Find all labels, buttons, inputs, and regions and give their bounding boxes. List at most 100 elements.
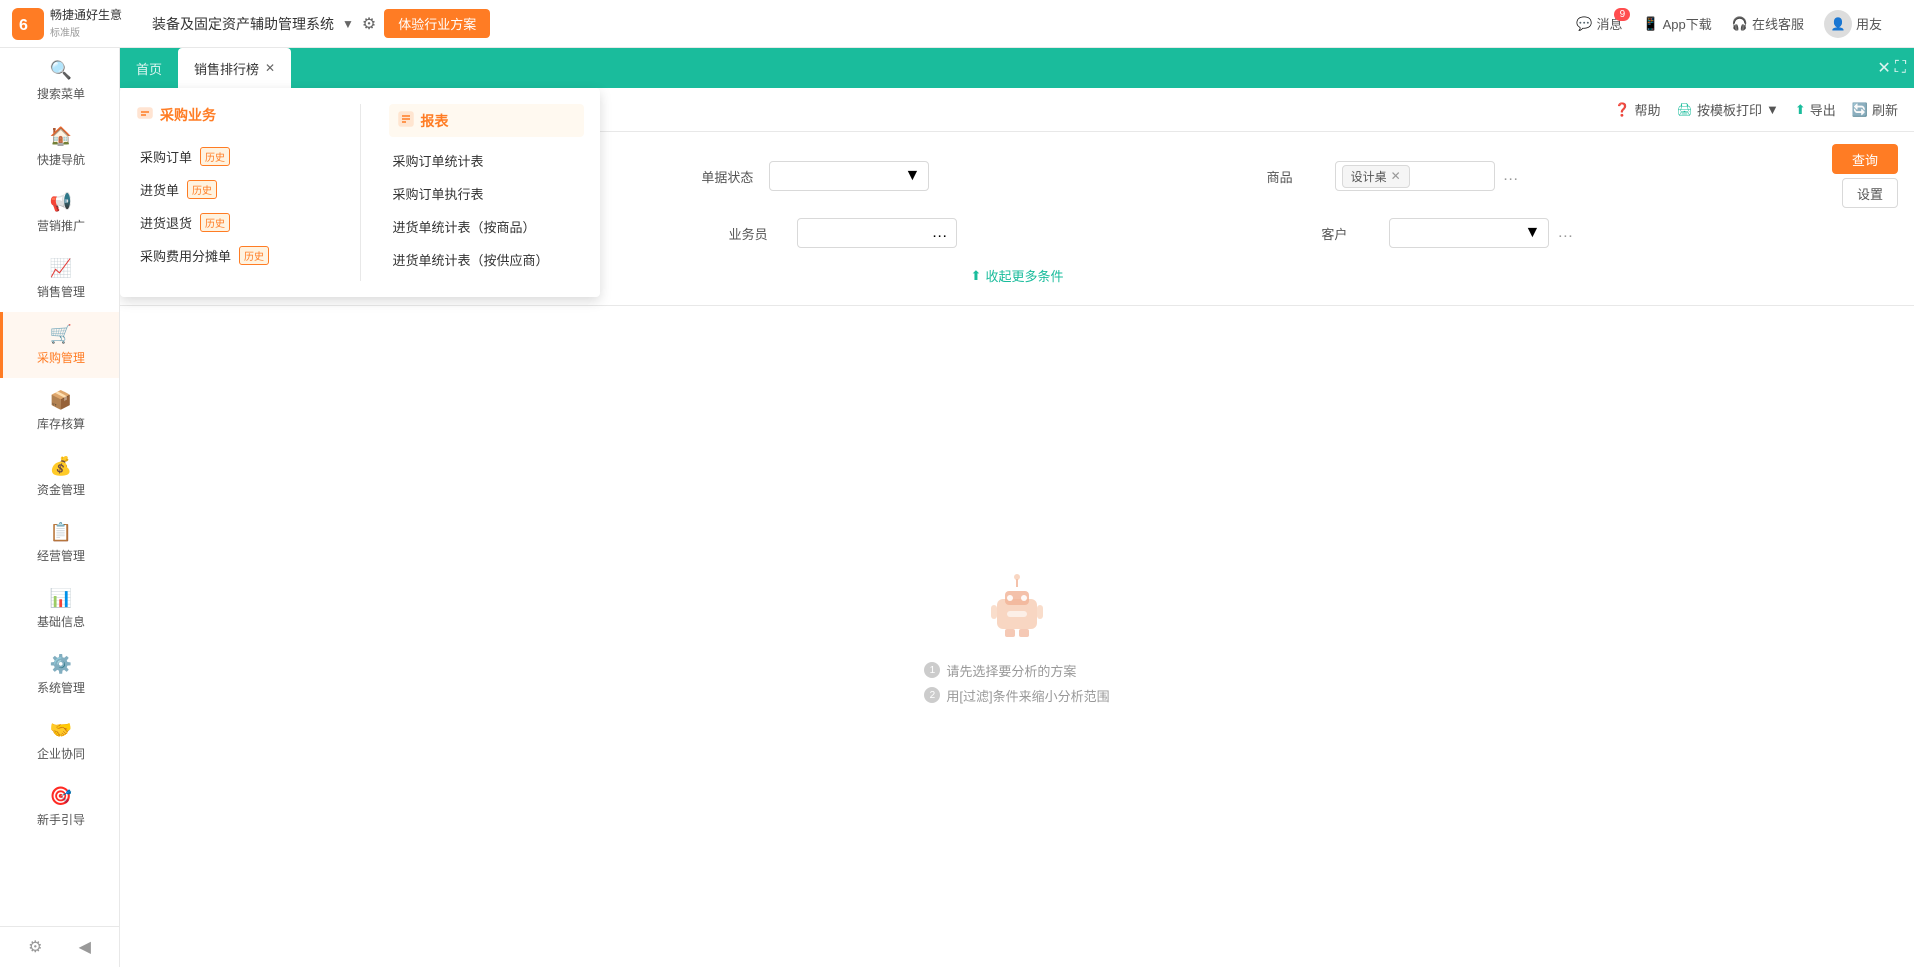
goods-tag-text: 设计桌: [1351, 168, 1387, 185]
dropdown-purchase-order[interactable]: 采购订单 历史: [136, 145, 332, 168]
salesperson-ellipsis: …: [932, 224, 948, 242]
sidebar-item-search[interactable]: 🔍 搜索菜单: [0, 48, 119, 114]
goods-input-area[interactable]: 设计桌 ✕: [1335, 161, 1495, 191]
sidebar-item-basic[interactable]: 📊 基础信息: [0, 576, 119, 642]
tab-sales-rank-label: 销售排行榜: [194, 59, 259, 78]
headset-icon: 🎧: [1732, 16, 1748, 32]
btn-group-right: 查询 设置: [1832, 144, 1898, 208]
refresh-btn[interactable]: 🔄 刷新: [1852, 100, 1898, 119]
set-btn[interactable]: 设置: [1842, 178, 1898, 208]
empty-hint-1: 1 请先选择要分析的方案: [924, 661, 1076, 680]
purchase-dropdown-menu: 采购业务 采购订单 历史 进货单 历史 进货退货 历史 采购费用分摊单 历史: [120, 88, 600, 297]
tab-home-label: 首页: [136, 59, 162, 78]
tab-close-icon[interactable]: ✕: [265, 61, 275, 75]
sidebar-item-funds[interactable]: 💰 资金管理: [0, 444, 119, 510]
empty-area: 1 请先选择要分析的方案 2 用[过滤]条件来缩小分析范围: [120, 306, 1914, 967]
expense-history-tag: 历史: [239, 246, 269, 265]
dropdown-purchase-receive[interactable]: 进货单 历史: [136, 178, 332, 201]
receive-label: 进货单: [140, 180, 179, 199]
system-title: 装备及固定资产辅助管理系统: [152, 14, 334, 34]
system-icon: ⚙️: [50, 654, 72, 675]
logo-area: 6 畅捷通好生意 标准版: [12, 8, 132, 40]
hint2-label: 用[过滤]条件来缩小分析范围: [946, 686, 1109, 705]
receive-history-tag: 历史: [187, 180, 217, 199]
phone-icon: 📱: [1642, 16, 1658, 32]
sidebar-item-purchase[interactable]: 🛒 采购管理: [0, 312, 119, 378]
enterprise-icon: 🤝: [50, 720, 72, 741]
sidebar-label-purchase: 采购管理: [37, 349, 85, 366]
print-label: 按模板打印: [1697, 100, 1762, 119]
tab-bar: 首页 销售排行榜 ✕ ✕ ⛶: [120, 48, 1914, 88]
order-exec-label: 采购订单执行表: [393, 184, 484, 203]
step-2-num: 2: [924, 687, 940, 703]
online-service-btn[interactable]: 🎧 在线客服: [1732, 14, 1804, 33]
header-middle: 装备及固定资产辅助管理系统 ▼ ⚙ 体验行业方案: [132, 9, 1576, 38]
content-area: 首页 销售排行榜 ✕ ✕ ⛶ ❓ 帮助 🖨 按模板打印 ▼: [120, 48, 1914, 967]
help-btn[interactable]: ❓ 帮助: [1614, 100, 1660, 119]
operations-icon: 📋: [50, 522, 72, 543]
sidebar-label-funds: 资金管理: [37, 481, 85, 498]
sidebar-collapse-btn[interactable]: ◀: [79, 937, 91, 957]
sidebar-item-operations[interactable]: 📋 经营管理: [0, 510, 119, 576]
sidebar-label-operations: 经营管理: [37, 547, 85, 564]
customer-dropdown-icon: ▼: [1525, 224, 1541, 242]
tab-close-window-btn[interactable]: ✕: [1877, 58, 1890, 78]
sidebar-item-quick[interactable]: 🏠 快捷导航: [0, 114, 119, 180]
goods-tag: 设计桌 ✕: [1342, 165, 1410, 188]
query-btn[interactable]: 查询: [1832, 144, 1898, 174]
home-icon: 🏠: [50, 126, 72, 147]
system-dropdown-btn[interactable]: ▼: [342, 17, 354, 31]
sidebar-item-marketing[interactable]: 📢 营销推广: [0, 180, 119, 246]
collapse-label: 收起更多条件: [985, 266, 1063, 285]
dropdown-report-receive-goods[interactable]: 进货单统计表（按商品）: [389, 215, 585, 238]
customer-select[interactable]: ▼: [1389, 218, 1549, 248]
user-label: 用友: [1856, 14, 1882, 33]
refresh-icon: 🔄: [1852, 102, 1868, 118]
purchase-section-title: 采购业务: [136, 104, 332, 133]
sidebar-item-enterprise[interactable]: 🤝 企业协同: [0, 708, 119, 774]
tab-maximize-btn[interactable]: ⛶: [1895, 59, 1906, 77]
sidebar-label-marketing: 营销推广: [37, 217, 85, 234]
main-layout: 🔍 搜索菜单 🏠 快捷导航 📢 营销推广 📈 销售管理 🛒 采购管理 📦 库存核…: [0, 48, 1914, 967]
step-1-num: 1: [924, 662, 940, 678]
status-select[interactable]: ▼: [769, 161, 929, 191]
sidebar-item-inventory[interactable]: 📦 库存核算: [0, 378, 119, 444]
customer-label: 客户: [1321, 224, 1381, 243]
purchase-section-icon: [136, 104, 154, 125]
sidebar-bottom: ⚙ ◀: [0, 926, 119, 967]
user-btn[interactable]: 👤 用友: [1824, 10, 1882, 38]
salesperson-select[interactable]: …: [797, 218, 957, 248]
tab-sales-rank[interactable]: 销售排行榜 ✕: [178, 48, 291, 88]
sidebar-label-basic: 基础信息: [37, 613, 85, 630]
sidebar-item-guide[interactable]: 🎯 新手引导: [0, 774, 119, 840]
return-label: 进货退货: [140, 213, 192, 232]
sidebar-label-guide: 新手引导: [37, 811, 85, 828]
basic-icon: 📊: [50, 588, 72, 609]
dropdown-purchase-return[interactable]: 进货退货 历史: [136, 211, 332, 234]
customer-ellipsis-btn[interactable]: …: [1557, 224, 1573, 242]
dropdown-report-order-exec[interactable]: 采购订单执行表: [389, 182, 585, 205]
reports-section-title: 报表: [389, 104, 585, 137]
goods-ellipsis-btn[interactable]: …: [1503, 167, 1519, 185]
salesperson-label: 业务员: [729, 224, 789, 243]
message-btn[interactable]: 💬 消息 9: [1576, 14, 1622, 33]
sidebar-settings-btn[interactable]: ⚙: [28, 937, 42, 957]
industry-btn[interactable]: 体验行业方案: [384, 9, 490, 38]
app-download-btn[interactable]: 📱 App下载: [1642, 14, 1711, 33]
dropdown-purchase-expense[interactable]: 采购费用分摊单 历史: [136, 244, 332, 267]
search-icon: 🔍: [50, 60, 72, 81]
sidebar-label-quick: 快捷导航: [37, 151, 85, 168]
goods-tag-close[interactable]: ✕: [1391, 169, 1401, 183]
sidebar-item-sales[interactable]: 📈 销售管理: [0, 246, 119, 312]
sidebar-label-enterprise: 企业协同: [37, 745, 85, 762]
sidebar-label-search: 搜索菜单: [37, 85, 85, 102]
export-btn[interactable]: ⬆ 导出: [1795, 100, 1836, 119]
print-template-btn[interactable]: 🖨 按模板打印 ▼: [1676, 100, 1778, 119]
sidebar-item-system[interactable]: ⚙️ 系统管理: [0, 642, 119, 708]
settings-gear-btn[interactable]: ⚙: [362, 14, 376, 34]
filter-group-status: 单据状态 ▼: [701, 161, 1250, 191]
dropdown-report-order-stats[interactable]: 采购订单统计表: [389, 149, 585, 172]
tab-home[interactable]: 首页: [120, 48, 178, 88]
dropdown-report-receive-supplier[interactable]: 进货单统计表（按供应商）: [389, 248, 585, 271]
guide-icon: 🎯: [50, 786, 72, 807]
